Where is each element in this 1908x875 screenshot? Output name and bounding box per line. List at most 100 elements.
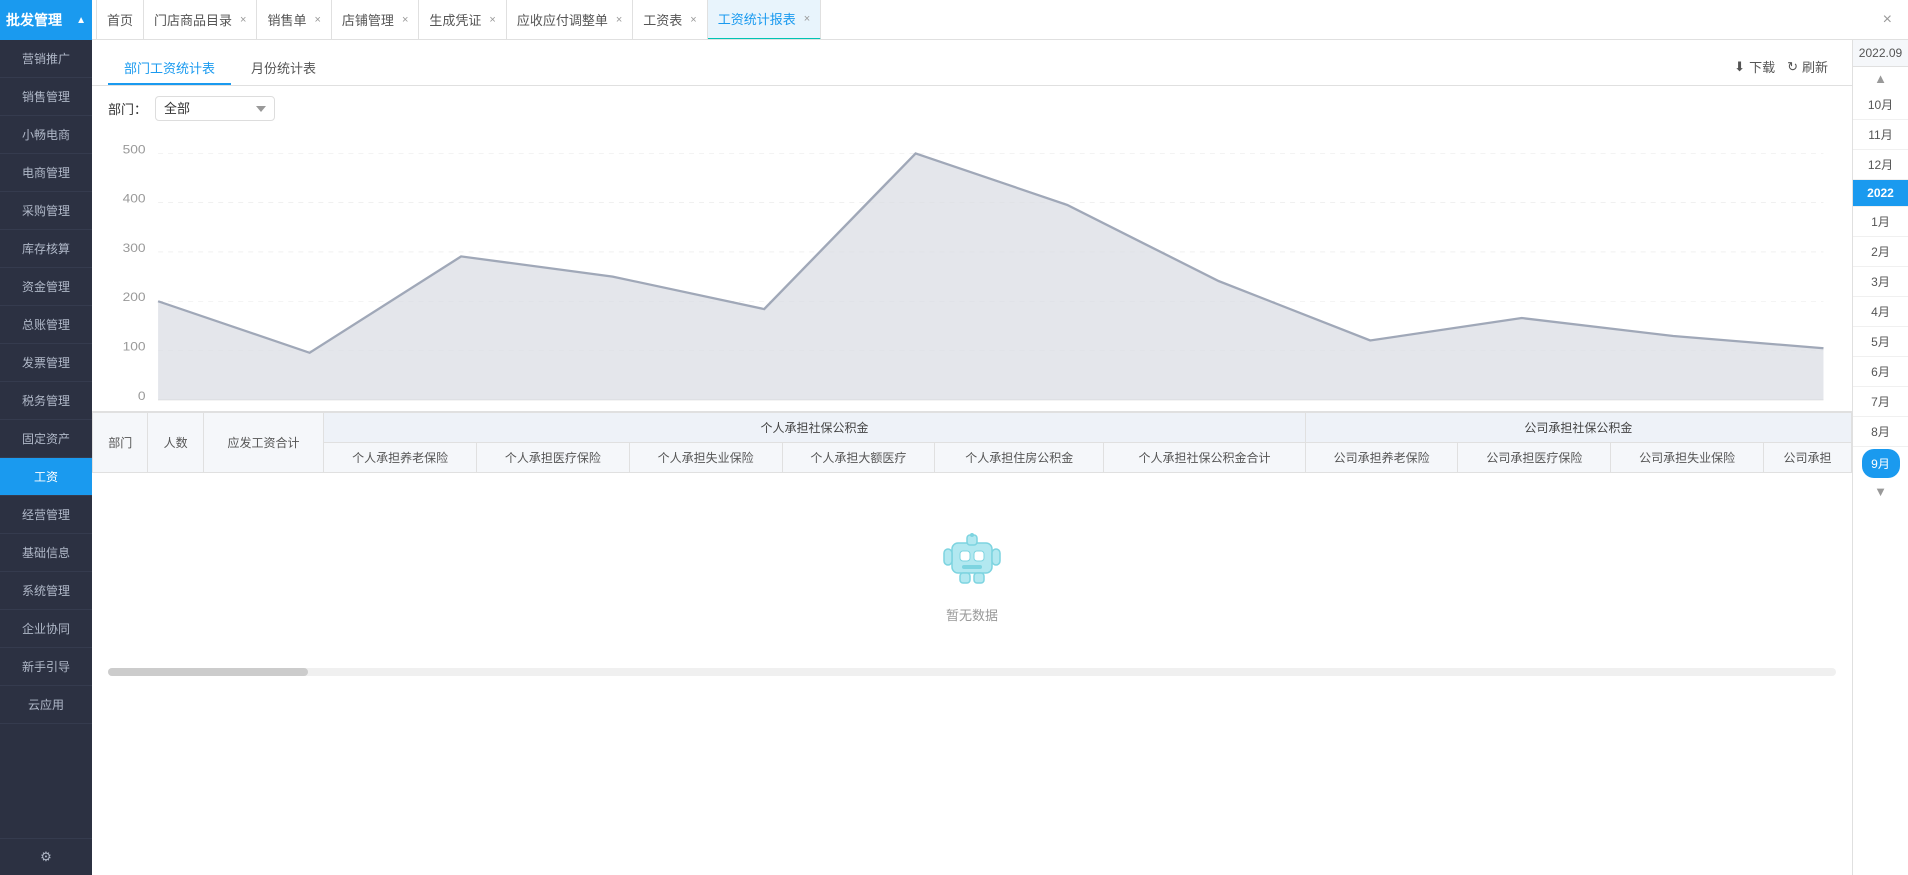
table-wrapper[interactable]: 部门 人数 应发工资合计 个人承担社保公积金 公司承担社保公积金 个人承担养老保… xyxy=(92,411,1852,875)
svg-text:200: 200 xyxy=(123,290,146,304)
scrollbar-thumb[interactable] xyxy=(108,668,308,676)
sub-tab-month[interactable]: 月份统计表 xyxy=(235,52,332,85)
sidebar-settings[interactable]: ⚙ xyxy=(0,838,92,875)
tab-close-store-manage[interactable]: × xyxy=(402,14,408,26)
date-month-sep[interactable]: 9月 xyxy=(1862,449,1900,478)
svg-text:400: 400 xyxy=(123,191,146,205)
tab-bar: 首页 门店商品目录 × 销售单 × 店铺管理 × 生成凭证 × 应收应付调整单 … xyxy=(92,0,1908,40)
date-month-oct[interactable]: 10月 xyxy=(1853,90,1908,120)
th-personal-pension: 个人承担养老保险 xyxy=(324,443,477,473)
date-panel-down-nav[interactable]: ▼ xyxy=(1853,480,1908,503)
th-company-more: 公司承担 xyxy=(1763,443,1851,473)
sidebar-arrow-icon: ▲ xyxy=(76,15,86,26)
date-month-mar[interactable]: 3月 xyxy=(1853,267,1908,297)
tab-close-sales-order[interactable]: × xyxy=(314,14,320,26)
th-personal-medical: 个人承担医疗保险 xyxy=(476,443,629,473)
refresh-icon: ↻ xyxy=(1787,59,1798,75)
dept-label: 部门： xyxy=(108,99,147,118)
tab-sales-order[interactable]: 销售单 × xyxy=(257,0,331,40)
page-inner: 部门工资统计表 月份统计表 ⬇ 下载 ↻ 刷新 xyxy=(92,40,1852,875)
empty-label: 暂无数据 xyxy=(946,605,998,624)
sidebar-item-shuiwu[interactable]: 税务管理 xyxy=(0,382,92,420)
date-month-feb[interactable]: 2月 xyxy=(1853,237,1908,267)
table-empty-row: 暂无数据 xyxy=(93,473,1852,665)
download-button[interactable]: ⬇ 下载 xyxy=(1734,57,1775,76)
tab-close-store-catalog[interactable]: × xyxy=(240,14,246,26)
svg-text:100: 100 xyxy=(123,339,146,353)
tab-payroll-report[interactable]: 工资统计报表 × xyxy=(708,0,821,40)
date-year-2022-label[interactable]: 2022 xyxy=(1853,180,1908,207)
sidebar-item-xinshou[interactable]: 新手引导 xyxy=(0,648,92,686)
th-personal-unemployment: 个人承担失业保险 xyxy=(629,443,782,473)
date-month-apr[interactable]: 4月 xyxy=(1853,297,1908,327)
refresh-button[interactable]: ↻ 刷新 xyxy=(1787,57,1828,76)
sidebar-item-fapiao[interactable]: 发票管理 xyxy=(0,344,92,382)
tab-close-ar-ap-adjust[interactable]: × xyxy=(616,14,622,26)
tab-close-payroll-report[interactable]: × xyxy=(804,13,810,25)
sidebar-item-zongzhang[interactable]: 总账管理 xyxy=(0,306,92,344)
tab-bar-actions: × xyxy=(1879,7,1904,33)
date-panel: 2022.09 ▲ 10月 11月 12月 2022 1月 2月 3月 4月 5… xyxy=(1852,40,1908,875)
main-content: 首页 门店商品目录 × 销售单 × 店铺管理 × 生成凭证 × 应收应付调整单 … xyxy=(92,0,1908,875)
window-close-icon[interactable]: × xyxy=(1879,7,1896,33)
date-month-aug[interactable]: 8月 xyxy=(1853,417,1908,447)
sidebar-item-gongzi[interactable]: 工资 xyxy=(0,458,92,496)
th-company-pension: 公司承担养老保险 xyxy=(1305,443,1458,473)
th-count: 人数 xyxy=(148,413,203,473)
date-month-jul[interactable]: 7月 xyxy=(1853,387,1908,417)
tab-store-manage[interactable]: 店铺管理 × xyxy=(332,0,419,40)
th-company-medical: 公司承担医疗保险 xyxy=(1458,443,1611,473)
date-month-may[interactable]: 5月 xyxy=(1853,327,1908,357)
horizontal-scrollbar[interactable] xyxy=(108,668,1836,676)
th-company-unemployment: 公司承担失业保险 xyxy=(1611,443,1764,473)
svg-text:300: 300 xyxy=(123,241,146,255)
download-icon: ⬇ xyxy=(1734,59,1745,75)
sidebar-item-xitong[interactable]: 系统管理 xyxy=(0,572,92,610)
data-table: 部门 人数 应发工资合计 个人承担社保公积金 公司承担社保公积金 个人承担养老保… xyxy=(92,412,1852,664)
th-dept: 部门 xyxy=(93,413,148,473)
date-month-dec[interactable]: 12月 xyxy=(1853,150,1908,180)
date-panel-year: 2022.09 xyxy=(1853,40,1908,67)
date-month-nov[interactable]: 11月 xyxy=(1853,120,1908,150)
sidebar-item-xiaochangdianshang[interactable]: 小畅电商 xyxy=(0,116,92,154)
toolbar-left: 部门： 全部 销售部 财务部 行政部 xyxy=(108,96,275,121)
sidebar-item-gudingzichan[interactable]: 固定资产 xyxy=(0,420,92,458)
sidebar-item-dianshang[interactable]: 电商管理 xyxy=(0,154,92,192)
dept-select[interactable]: 全部 销售部 财务部 行政部 xyxy=(155,96,275,121)
sidebar-item-xiaoshou[interactable]: 销售管理 xyxy=(0,78,92,116)
empty-robot-icon xyxy=(932,513,1012,593)
tab-payroll[interactable]: 工资表 × xyxy=(633,0,707,40)
sidebar: 批发管理 ▲ 营销推广 销售管理 小畅电商 电商管理 采购管理 库存核算 资金管… xyxy=(0,0,92,875)
sidebar-item-yunyingyong[interactable]: 云应用 xyxy=(0,686,92,724)
chart-area: 0 100 200 300 400 500 xyxy=(92,131,1852,411)
date-panel-up-nav[interactable]: ▲ xyxy=(1853,67,1908,90)
chart-area-fill xyxy=(158,153,1823,399)
date-month-jun[interactable]: 6月 xyxy=(1853,357,1908,387)
svg-text:500: 500 xyxy=(123,142,146,156)
sidebar-item-yingxiao[interactable]: 营销推广 xyxy=(0,40,92,78)
table-header-row2: 个人承担养老保险 个人承担医疗保险 个人承担失业保险 个人承担大额医疗 个人承担… xyxy=(93,443,1852,473)
page-content: 部门工资统计表 月份统计表 ⬇ 下载 ↻ 刷新 xyxy=(92,40,1908,875)
sidebar-item-jingying[interactable]: 经营管理 xyxy=(0,496,92,534)
th-personal-housing-fund: 个人承担住房公积金 xyxy=(935,443,1104,473)
tab-ar-ap-adjust[interactable]: 应收应付调整单 × xyxy=(507,0,633,40)
tab-close-payroll[interactable]: × xyxy=(690,14,696,26)
table-header-row1: 部门 人数 应发工资合计 个人承担社保公积金 公司承担社保公积金 xyxy=(93,413,1852,443)
svg-text:0: 0 xyxy=(138,388,146,402)
sidebar-header[interactable]: 批发管理 ▲ xyxy=(0,0,92,40)
sidebar-item-kucun[interactable]: 库存核算 xyxy=(0,230,92,268)
tab-close-generate-voucher[interactable]: × xyxy=(489,14,495,26)
sub-tab-dept[interactable]: 部门工资统计表 xyxy=(108,52,231,85)
sidebar-item-caigou[interactable]: 采购管理 xyxy=(0,192,92,230)
sidebar-item-qiye[interactable]: 企业协同 xyxy=(0,610,92,648)
tab-generate-voucher[interactable]: 生成凭证 × xyxy=(419,0,506,40)
th-personal-insurance-group: 个人承担社保公积金 xyxy=(324,413,1305,443)
sidebar-item-zijin[interactable]: 资金管理 xyxy=(0,268,92,306)
date-month-jan[interactable]: 1月 xyxy=(1853,207,1908,237)
settings-icon: ⚙ xyxy=(40,849,52,864)
tab-store-catalog[interactable]: 门店商品目录 × xyxy=(144,0,257,40)
sidebar-item-jichu[interactable]: 基础信息 xyxy=(0,534,92,572)
dept-toolbar: 部门： 全部 销售部 财务部 行政部 xyxy=(92,86,1852,131)
tab-home[interactable]: 首页 xyxy=(96,0,144,40)
th-personal-large-medical: 个人承担大额医疗 xyxy=(782,443,935,473)
